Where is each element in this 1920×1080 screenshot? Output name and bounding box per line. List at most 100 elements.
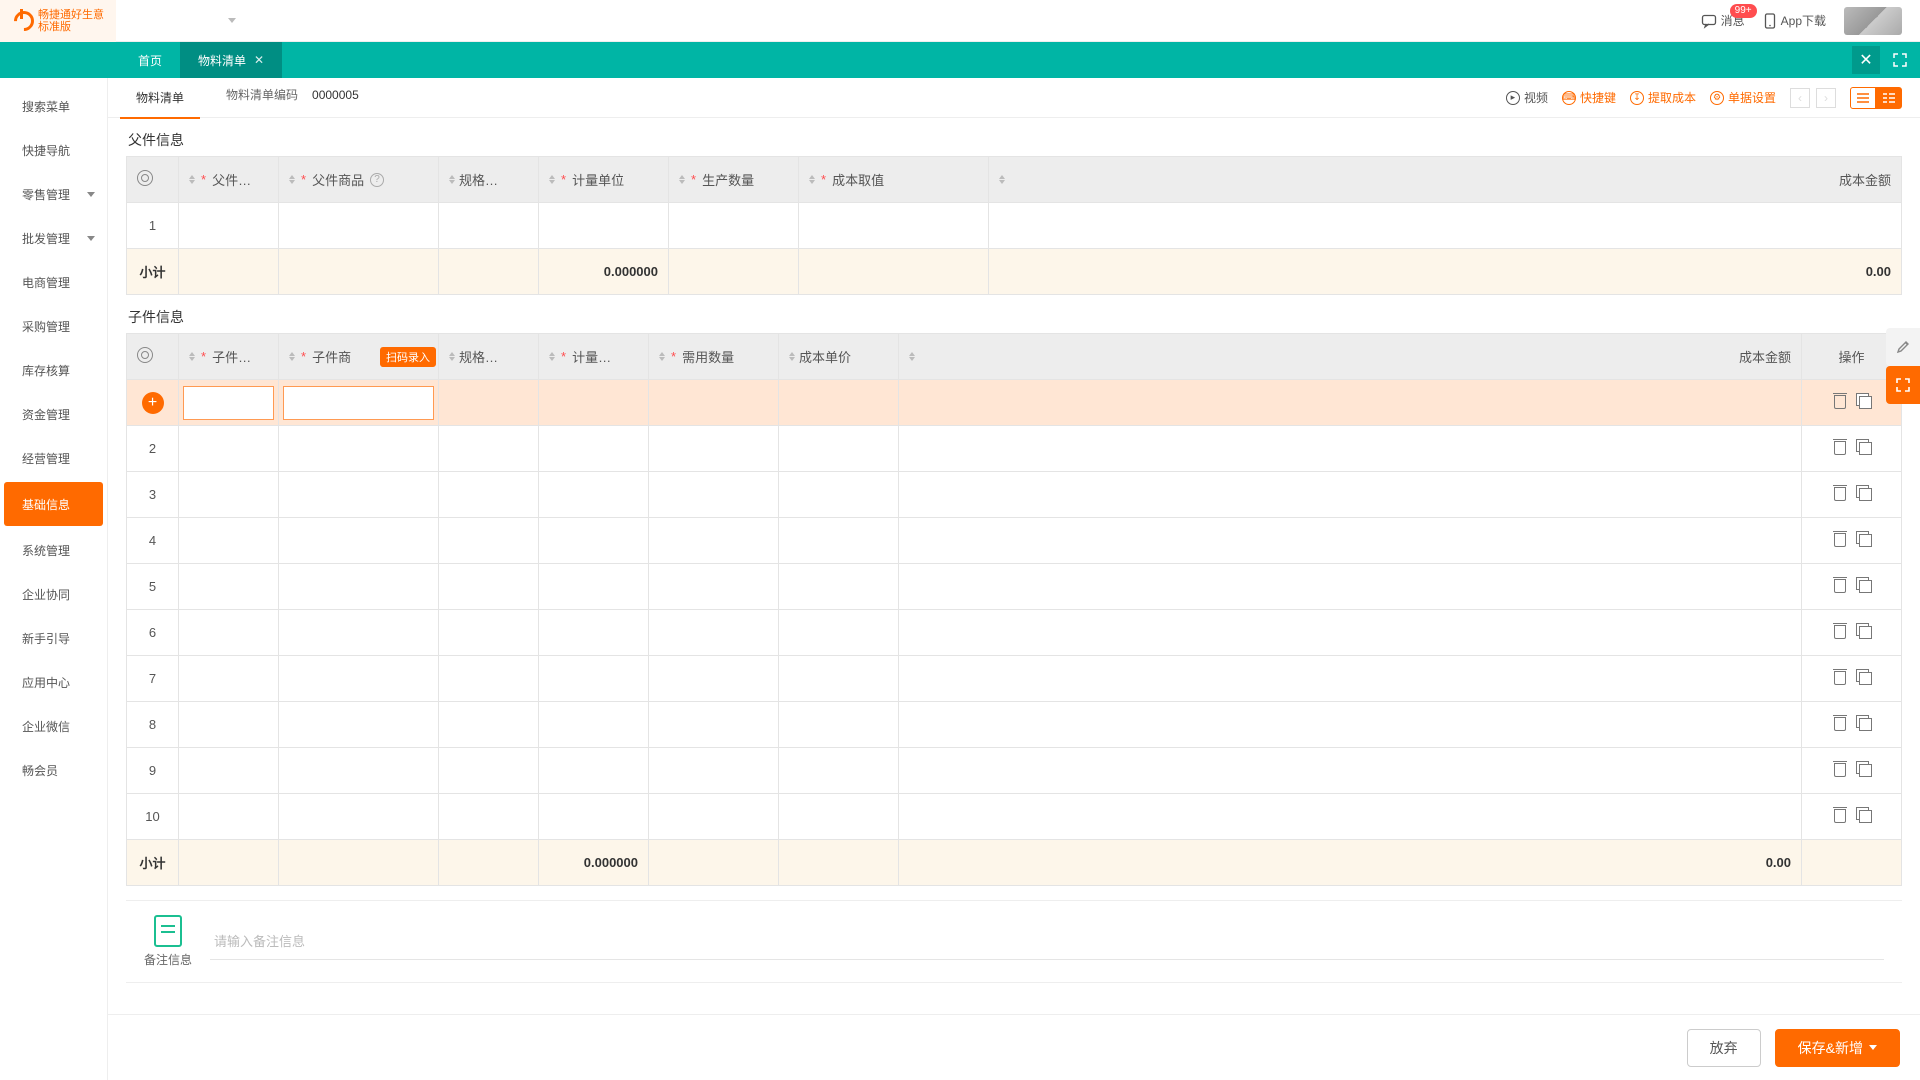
note-icon [154, 915, 182, 947]
sidebar-item-label: 新手引导 [22, 630, 70, 647]
copy-row-button[interactable] [1856, 669, 1872, 685]
sidebar-item[interactable]: 零售管理 [0, 172, 107, 216]
delete-row-button[interactable] [1832, 393, 1848, 409]
shortcut-link[interactable]: ⌨快捷键 [1562, 89, 1616, 106]
tabbar-fullscreen-button[interactable] [1886, 46, 1914, 74]
delete-row-button[interactable] [1832, 577, 1848, 593]
col-parent-code[interactable]: *父件… [179, 157, 279, 203]
delete-row-button[interactable] [1832, 485, 1848, 501]
col-child-name[interactable]: *子件商扫码录入 [279, 334, 439, 380]
org-selector[interactable] [136, 14, 246, 27]
table-row[interactable]: 7 [127, 656, 1902, 702]
col-parent-uom[interactable]: *计量单位 [539, 157, 669, 203]
child-subtotal-amount: 0.00 [899, 840, 1802, 886]
delete-row-button[interactable] [1832, 761, 1848, 777]
sidebar-item[interactable]: 批发管理 [0, 216, 107, 260]
pager-prev-button[interactable]: ‹ [1790, 88, 1810, 108]
col-parent-prodqty[interactable]: *生产数量 [669, 157, 799, 203]
sidebar-item[interactable]: 快捷导航 [0, 128, 107, 172]
table-row[interactable]: 3 [127, 472, 1902, 518]
view-form-button[interactable] [1876, 87, 1902, 109]
copy-row-button[interactable] [1856, 807, 1872, 823]
col-child-costamount[interactable]: 成本金额 [899, 334, 1802, 380]
user-avatar[interactable] [1844, 7, 1902, 35]
copy-row-button[interactable] [1856, 485, 1872, 501]
discard-button[interactable]: 放弃 [1687, 1029, 1761, 1067]
copy-row-button[interactable] [1856, 715, 1872, 731]
col-parent-costfrom[interactable]: *成本取值 [799, 157, 989, 203]
col-parent-spec[interactable]: 规格… [439, 157, 539, 203]
table-row[interactable]: 10 [127, 794, 1902, 840]
sidebar-item[interactable]: 企业微信 [0, 704, 107, 748]
delete-row-button[interactable] [1832, 531, 1848, 547]
doc-setting-link[interactable]: ⚙单据设置 [1710, 89, 1776, 106]
remark-input[interactable] [210, 924, 1884, 960]
table-row[interactable]: 1 [127, 203, 1902, 249]
copy-row-button[interactable] [1856, 623, 1872, 639]
copy-row-button[interactable] [1856, 393, 1872, 409]
table-row[interactable]: 4 [127, 518, 1902, 564]
delete-row-button[interactable] [1832, 623, 1848, 639]
messages-button[interactable]: 消息 99+ [1701, 12, 1745, 29]
table-row[interactable]: 2 [127, 426, 1902, 472]
tab-home[interactable]: 首页 [120, 42, 180, 78]
table-row[interactable]: 8 [127, 702, 1902, 748]
copy-row-button[interactable] [1856, 531, 1872, 547]
parent-config-button[interactable] [127, 157, 179, 203]
table-row[interactable]: + [127, 380, 1902, 426]
col-child-spec[interactable]: 规格… [439, 334, 539, 380]
delete-row-button[interactable] [1832, 807, 1848, 823]
delete-row-button[interactable] [1832, 439, 1848, 455]
save-and-new-button[interactable]: 保存&新增 [1775, 1029, 1900, 1067]
table-row[interactable]: 9 [127, 748, 1902, 794]
sidebar-item[interactable]: 经营管理 [0, 436, 107, 480]
sidebar-item[interactable]: 畅会员 [0, 748, 107, 792]
app-download-button[interactable]: App下载 [1763, 12, 1826, 29]
subtab-material-list[interactable]: 物料清单 [120, 78, 200, 118]
col-child-uom[interactable]: *计量… [539, 334, 649, 380]
cell-input[interactable] [283, 386, 434, 420]
col-parent-name[interactable]: *父件商品? [279, 157, 439, 203]
rail-expand-button[interactable] [1886, 366, 1920, 404]
sidebar-item-label: 系统管理 [22, 542, 70, 559]
tabbar-close-all-button[interactable]: ✕ [1852, 46, 1880, 74]
sidebar-item[interactable]: 搜索菜单 [0, 84, 107, 128]
table-row[interactable]: 6 [127, 610, 1902, 656]
col-child-unitcost[interactable]: 成本单价 [779, 334, 899, 380]
tab-material-list[interactable]: 物料清单 ✕ [180, 42, 282, 78]
sidebar-item[interactable]: 资金管理 [0, 392, 107, 436]
child-subtotal-label: 小计 [127, 840, 179, 886]
play-icon: ▸ [1506, 91, 1520, 105]
pager-next-button[interactable]: › [1816, 88, 1836, 108]
sidebar-item[interactable]: 企业协同 [0, 572, 107, 616]
sidebar-item[interactable]: 库存核算 [0, 348, 107, 392]
help-icon[interactable]: ? [370, 173, 384, 187]
add-row-button[interactable]: + [142, 392, 164, 414]
delete-row-button[interactable] [1832, 715, 1848, 731]
chevron-down-icon [87, 236, 95, 241]
child-table: *子件… *子件商扫码录入 规格… *计量… *需用数量 成本单价 成本金额 操… [126, 333, 1902, 886]
close-icon[interactable]: ✕ [254, 53, 264, 67]
copy-row-button[interactable] [1856, 761, 1872, 777]
rail-edit-button[interactable] [1886, 328, 1920, 366]
col-child-needqty[interactable]: *需用数量 [649, 334, 779, 380]
cell-input[interactable] [183, 386, 274, 420]
extract-cost-link[interactable]: ↧提取成本 [1630, 89, 1696, 106]
sidebar-item[interactable]: 采购管理 [0, 304, 107, 348]
sidebar-item[interactable]: 应用中心 [0, 660, 107, 704]
col-child-code[interactable]: *子件… [179, 334, 279, 380]
delete-row-button[interactable] [1832, 669, 1848, 685]
col-parent-costamount[interactable]: 成本金额 [989, 157, 1902, 203]
sidebar-item[interactable]: 系统管理 [0, 528, 107, 572]
table-row[interactable]: 5 [127, 564, 1902, 610]
child-config-button[interactable] [127, 334, 179, 380]
sidebar-item[interactable]: 电商管理 [0, 260, 107, 304]
sidebar-item[interactable]: 新手引导 [0, 616, 107, 660]
sidebar-item[interactable]: 基础信息 [4, 482, 103, 526]
video-link[interactable]: ▸视频 [1506, 89, 1548, 106]
copy-row-button[interactable] [1856, 577, 1872, 593]
scan-input-chip[interactable]: 扫码录入 [380, 347, 436, 367]
copy-row-button[interactable] [1856, 439, 1872, 455]
download-label: App下载 [1781, 12, 1826, 29]
view-list-button[interactable] [1850, 87, 1876, 109]
